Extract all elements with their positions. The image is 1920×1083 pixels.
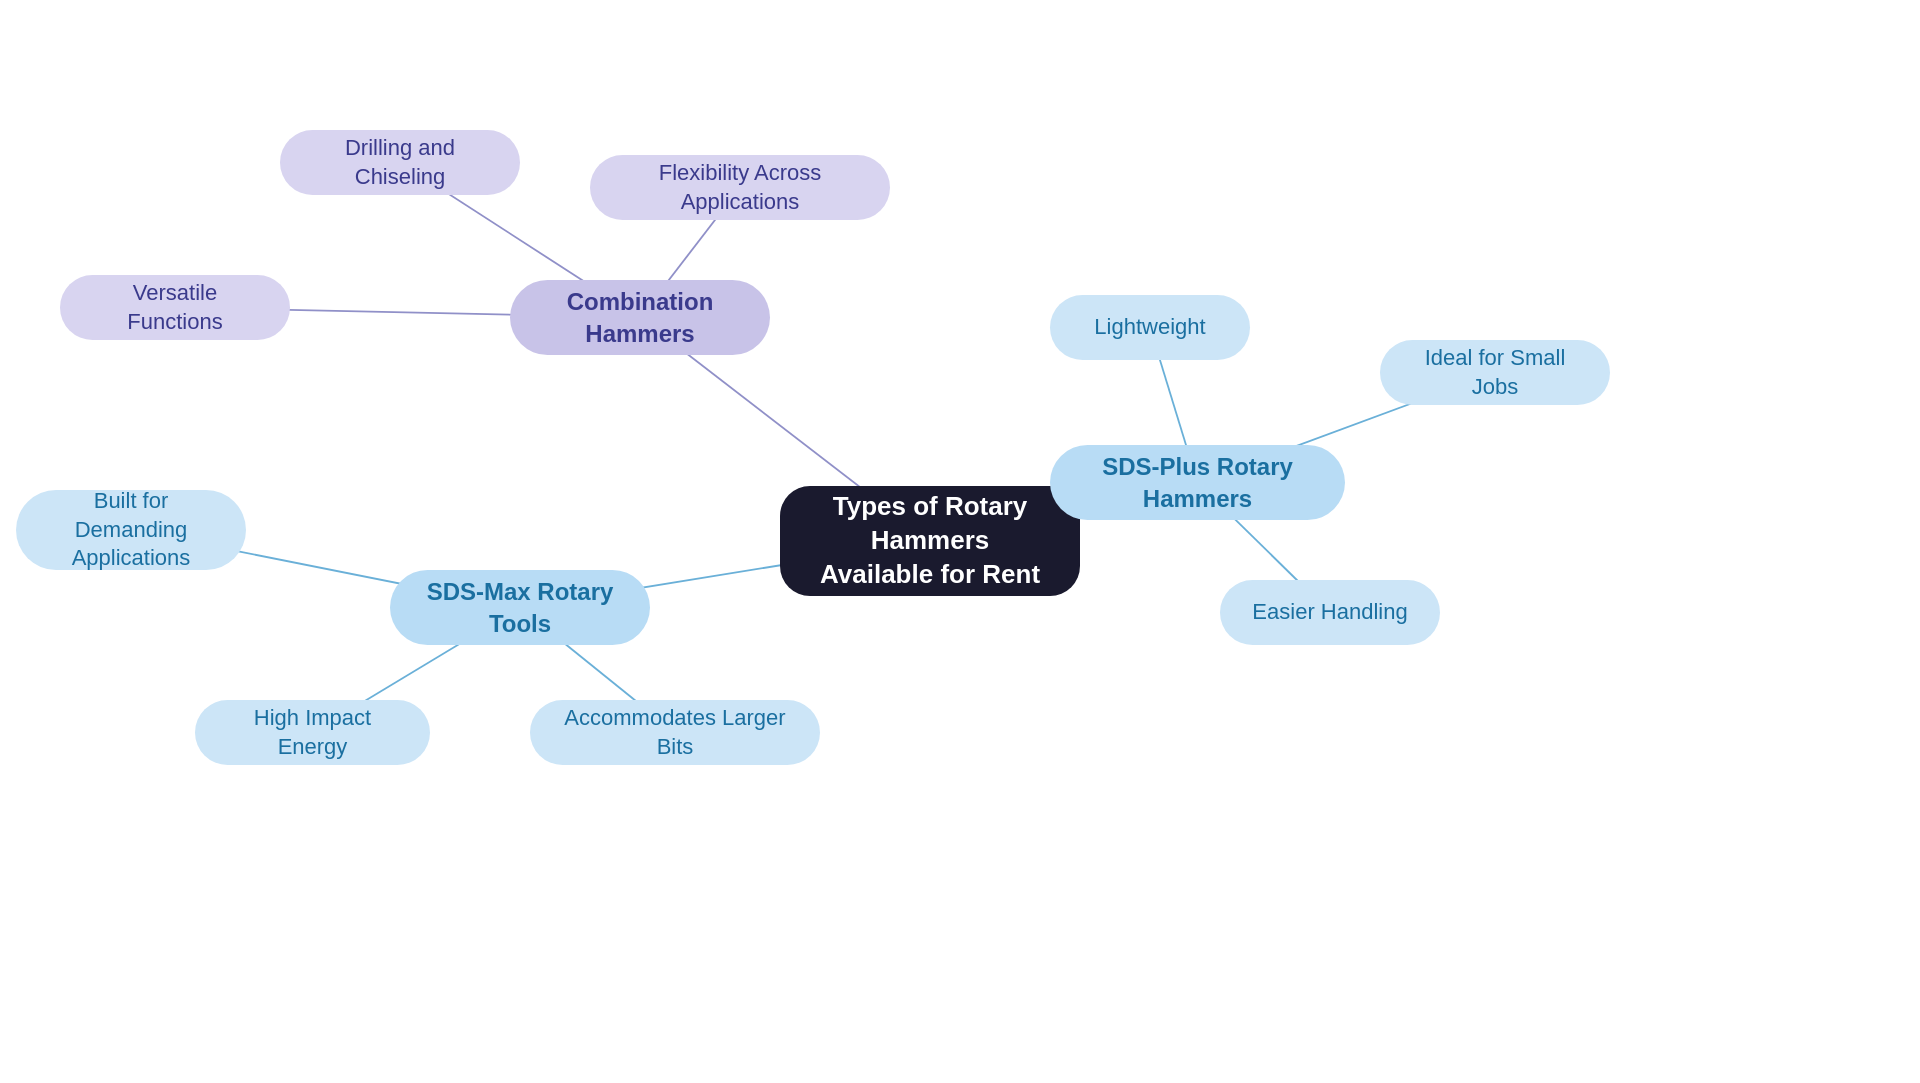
node-sdsplus: SDS-Plus Rotary Hammers bbox=[1050, 445, 1345, 520]
node-combination: Combination Hammers bbox=[510, 280, 770, 355]
node-center: Types of Rotary Hammers Available for Re… bbox=[780, 486, 1080, 596]
node-built: Built for Demanding Applications bbox=[16, 490, 246, 570]
node-highimpact: High Impact Energy bbox=[195, 700, 430, 765]
node-drilling: Drilling and Chiseling bbox=[280, 130, 520, 195]
node-lightweight: Lightweight bbox=[1050, 295, 1250, 360]
node-sdsmax: SDS-Max Rotary Tools bbox=[390, 570, 650, 645]
node-largebits: Accommodates Larger Bits bbox=[530, 700, 820, 765]
node-versatile: Versatile Functions bbox=[60, 275, 290, 340]
node-flexibility: Flexibility Across Applications bbox=[590, 155, 890, 220]
node-smalljobs: Ideal for Small Jobs bbox=[1380, 340, 1610, 405]
node-handling: Easier Handling bbox=[1220, 580, 1440, 645]
mind-map: Types of Rotary Hammers Available for Re… bbox=[0, 0, 1920, 1083]
